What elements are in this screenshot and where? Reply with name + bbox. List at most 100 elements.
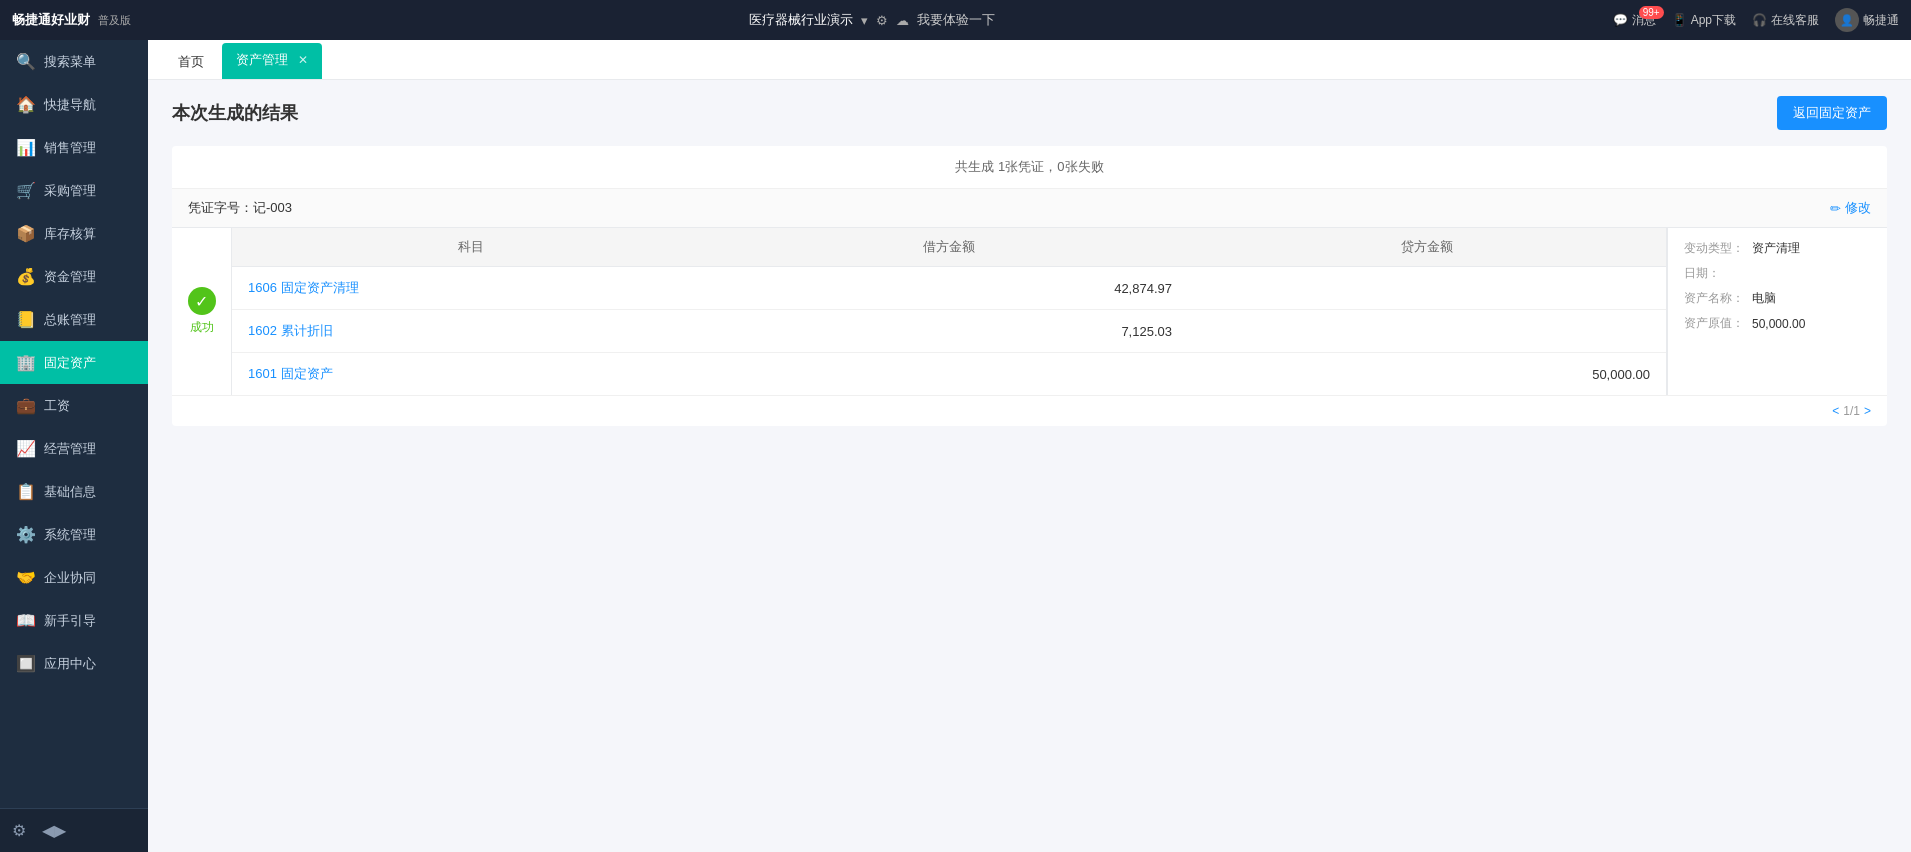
experience-text[interactable]: 我要体验一下 — [917, 11, 995, 29]
change-type-row: 变动类型： 资产清理 — [1684, 240, 1871, 257]
tab-home[interactable]: 首页 — [164, 45, 218, 79]
original-value-label: 资产原值： — [1684, 315, 1744, 332]
headset-icon: 🎧 — [1752, 13, 1767, 27]
voucher-edit-button[interactable]: ✏ 修改 — [1830, 199, 1871, 217]
cell-subject-1[interactable]: 1602 累计折旧 — [232, 310, 710, 352]
messages-btn[interactable]: 💬 消息 99+ — [1613, 12, 1656, 29]
cell-credit-0 — [1188, 276, 1666, 300]
sidebar-item-business[interactable]: 📈经营管理 — [0, 427, 148, 470]
side-info-panel: 变动类型： 资产清理 日期： 资产名称： 电脑 — [1667, 228, 1887, 395]
quick-nav-icon: 🏠 — [16, 95, 36, 114]
sidebar-scroll: 🔍搜索菜单 🏠 快捷导航 📊销售管理🛒采购管理 📦 库存核算 💰资金管理 📒 总账管理 🏢固定资产… — [0, 40, 148, 808]
voucher-body: ✓ 成功 科目借方金额贷方金额 1606 固定资产清理 42,874.97 16… — [172, 228, 1887, 395]
header-cell-2: 贷方金额 — [1188, 228, 1666, 266]
gear-icon[interactable]: ⚙ — [876, 13, 888, 28]
edit-label: 修改 — [1845, 199, 1871, 217]
change-type-value: 资产清理 — [1752, 240, 1800, 257]
voucher-no: 凭证字号：记-003 — [188, 199, 292, 217]
base-info-label: 基础信息 — [44, 483, 96, 501]
finance-icon: 💰 — [16, 267, 36, 286]
user-name: 畅捷通 — [1863, 12, 1899, 29]
sidebar-item-base-info[interactable]: 📋基础信息 — [0, 470, 148, 513]
messages-badge: 99+ — [1639, 6, 1664, 19]
sidebar-item-search-menu[interactable]: 🔍搜索菜单 — [0, 40, 148, 83]
logo-sub: 普及版 — [98, 13, 131, 28]
sidebar-item-guide[interactable]: 📖 新手引导 — [0, 599, 148, 642]
app-download-label: App下载 — [1691, 12, 1736, 29]
enterprise-label: 企业协同 — [44, 569, 96, 587]
user-area[interactable]: 👤 畅捷通 — [1835, 8, 1899, 32]
toggle-icon[interactable]: ◀▶ — [42, 821, 66, 840]
sales-label: 销售管理 — [44, 139, 96, 157]
page-title-row: 本次生成的结果 返回固定资产 — [172, 96, 1887, 130]
tab-asset-management[interactable]: 资产管理 ✕ — [222, 43, 322, 79]
asset-name-value: 电脑 — [1752, 290, 1776, 307]
table-header: 科目借方金额贷方金额 — [232, 228, 1666, 267]
sidebar-item-quick-nav[interactable]: 🏠 快捷导航 — [0, 83, 148, 126]
app-icon: 📱 — [1672, 13, 1687, 27]
asset-name-row: 资产名称： 电脑 — [1684, 290, 1871, 307]
logo-area: 畅捷通好业财 普及版 — [12, 11, 131, 29]
settings-icon[interactable]: ⚙ — [12, 821, 26, 840]
system-icon: ⚙️ — [16, 525, 36, 544]
app-center-label: 应用中心 — [44, 655, 96, 673]
sidebar-item-enterprise[interactable]: 🤝 企业协同 — [0, 556, 148, 599]
voucher-table: 科目借方金额贷方金额 1606 固定资产清理 42,874.97 1602 累计… — [232, 228, 1667, 395]
change-type-label: 变动类型： — [1684, 240, 1744, 257]
sidebar-item-ledger[interactable]: 📒 总账管理 — [0, 298, 148, 341]
cell-subject-2[interactable]: 1601 固定资产 — [232, 353, 710, 395]
prev-page-btn[interactable]: < — [1832, 404, 1839, 418]
avatar: 👤 — [1835, 8, 1859, 32]
home-tab-label: 首页 — [178, 54, 204, 69]
sidebar-item-system[interactable]: ⚙️系统管理 — [0, 513, 148, 556]
status-column: ✓ 成功 — [172, 228, 232, 395]
dropdown-icon[interactable]: ▾ — [861, 13, 868, 28]
sidebar-item-finance[interactable]: 💰资金管理 — [0, 255, 148, 298]
top-right: 💬 消息 99+ 📱 App下载 🎧 在线客服 👤 畅捷通 — [1613, 8, 1899, 32]
payroll-icon: 💼 — [16, 396, 36, 415]
fixed-assets-label: 固定资产 — [44, 354, 96, 372]
date-label: 日期： — [1684, 265, 1720, 282]
ledger-label: 总账管理 — [44, 311, 96, 329]
guide-icon: 📖 — [16, 611, 36, 630]
app-download-btn[interactable]: 📱 App下载 — [1672, 12, 1736, 29]
top-header: 畅捷通好业财 普及版 医疗器械行业演示 ▾ ⚙ ☁ 我要体验一下 💬 消息 99… — [0, 0, 1911, 40]
cloud-icon: ☁ — [896, 13, 909, 28]
inventory-icon: 📦 — [16, 224, 36, 243]
table-row: 1601 固定资产 50,000.00 — [232, 353, 1666, 395]
sidebar-item-purchase[interactable]: 🛒采购管理 — [0, 169, 148, 212]
cell-subject-0[interactable]: 1606 固定资产清理 — [232, 267, 710, 309]
enterprise-icon: 🤝 — [16, 568, 36, 587]
original-value-value: 50,000.00 — [1752, 317, 1805, 331]
pagination-row: < 1/1 > — [172, 395, 1887, 426]
sidebar-item-sales[interactable]: 📊销售管理 — [0, 126, 148, 169]
table-row: 1606 固定资产清理 42,874.97 — [232, 267, 1666, 310]
result-summary: 共生成 1张凭证，0张失败 — [172, 146, 1887, 189]
content-area: 首页 资产管理 ✕ 本次生成的结果 返回固定资产 共生成 1张凭证，0张失败 凭… — [148, 40, 1911, 852]
voucher-header: 凭证字号：记-003 ✏ 修改 — [172, 189, 1887, 228]
top-center: 医疗器械行业演示 ▾ ⚙ ☁ 我要体验一下 — [749, 11, 995, 29]
online-support-btn[interactable]: 🎧 在线客服 — [1752, 12, 1819, 29]
sidebar-item-inventory[interactable]: 📦 库存核算 — [0, 212, 148, 255]
sidebar-item-payroll[interactable]: 💼 工资 — [0, 384, 148, 427]
page-content: 本次生成的结果 返回固定资产 共生成 1张凭证，0张失败 凭证字号：记-003 … — [148, 80, 1911, 852]
guide-label: 新手引导 — [44, 612, 96, 630]
company-name[interactable]: 医疗器械行业演示 — [749, 11, 853, 29]
quick-nav-label: 快捷导航 — [44, 96, 96, 114]
next-page-btn[interactable]: > — [1864, 404, 1871, 418]
business-icon: 📈 — [16, 439, 36, 458]
table-row: 1602 累计折旧 7,125.03 — [232, 310, 1666, 353]
logo-text: 畅捷通好业财 — [12, 11, 90, 29]
sidebar-item-fixed-assets[interactable]: 🏢固定资产 — [0, 341, 148, 384]
return-fixed-assets-button[interactable]: 返回固定资产 — [1777, 96, 1887, 130]
original-value-row: 资产原值： 50,000.00 — [1684, 315, 1871, 332]
payroll-label: 工资 — [44, 397, 70, 415]
voucher-section: 凭证字号：记-003 ✏ 修改 ✓ 成功 — [172, 189, 1887, 426]
ledger-icon: 📒 — [16, 310, 36, 329]
sidebar-item-app-center[interactable]: 🔲应用中心 — [0, 642, 148, 685]
tab-close-btn[interactable]: ✕ — [298, 53, 308, 67]
asset-name-label: 资产名称： — [1684, 290, 1744, 307]
purchase-icon: 🛒 — [16, 181, 36, 200]
inventory-label: 库存核算 — [44, 225, 96, 243]
search-menu-label: 搜索菜单 — [44, 53, 96, 71]
